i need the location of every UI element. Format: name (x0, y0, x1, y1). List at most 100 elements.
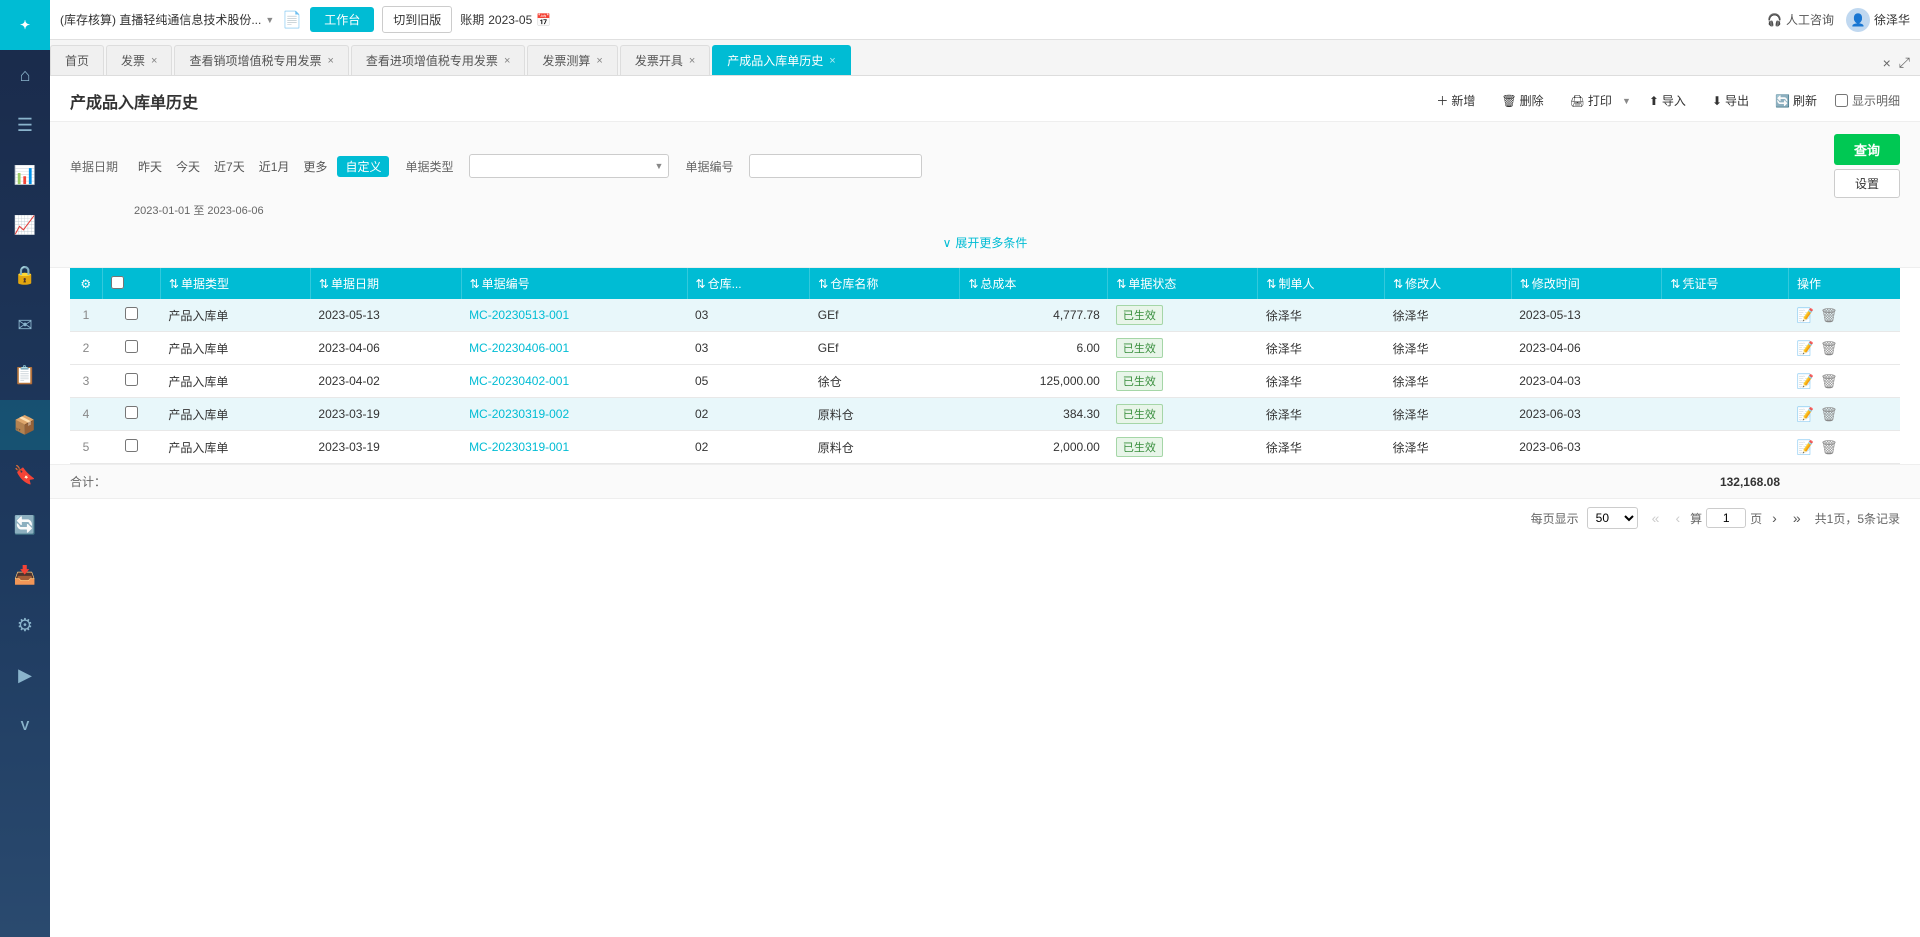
sidebar-item-task[interactable]: 📋 (0, 350, 50, 400)
tab-inbound-label: 产成品入库单历史 (727, 52, 823, 69)
switch-version-button[interactable]: 切到旧版 (382, 6, 452, 33)
row-checkbox[interactable] (125, 307, 138, 320)
sidebar-item-home[interactable]: ⌂ (0, 50, 50, 100)
summary-bar: 合计： 132,168.08 (50, 464, 1920, 498)
row-num-link[interactable]: MC-20230406-001 (461, 332, 687, 365)
sidebar-item-report[interactable]: 📊 (0, 150, 50, 200)
sidebar-item-analysis[interactable]: 📈 (0, 200, 50, 250)
tab-open[interactable]: 发票开具 × (620, 45, 710, 75)
sidebar-item-import[interactable]: 📥 (0, 550, 50, 600)
sidebar-item-inventory[interactable]: 📦 (0, 400, 50, 450)
tab-inbound-close[interactable]: × (829, 55, 835, 67)
th-type[interactable]: ⇅ 单据类型 (160, 268, 310, 299)
show-detail-checkbox-container[interactable]: 显示明细 (1835, 92, 1900, 109)
sidebar-item-menu[interactable]: ☰ (0, 100, 50, 150)
tab-invoice[interactable]: 发票 × (106, 45, 172, 75)
calendar-icon[interactable]: 📅 (536, 13, 551, 27)
th-modifier[interactable]: ⇅ 修改人 (1385, 268, 1512, 299)
th-creator[interactable]: ⇅ 制单人 (1258, 268, 1385, 299)
sidebar-item-play[interactable]: ▶ (0, 650, 50, 700)
period-display: 账期 2023-05 📅 (460, 11, 551, 28)
filter-settings-button[interactable]: 设置 (1834, 169, 1900, 198)
sidebar-item-settings[interactable]: ⚙ (0, 600, 50, 650)
prev-page-button[interactable]: ‹ (1669, 508, 1686, 528)
date-1month[interactable]: 近1月 (255, 156, 294, 177)
delete-button[interactable]: 🗑 删除 (1493, 88, 1551, 113)
tab-home[interactable]: 首页 (50, 45, 104, 75)
row-num: 2 (70, 332, 102, 365)
next-page-button[interactable]: › (1766, 508, 1783, 528)
sidebar-item-voucher[interactable]: 🔖 (0, 450, 50, 500)
edit-icon[interactable]: 📝 (1797, 307, 1814, 324)
tab-calc-close[interactable]: × (596, 55, 602, 67)
th-modify-time[interactable]: ⇅ 修改时间 (1511, 268, 1662, 299)
row-checkbox[interactable] (125, 406, 138, 419)
th-status[interactable]: ⇅ 单据状态 (1108, 268, 1258, 299)
tab-sales-vat-close[interactable]: × (327, 55, 333, 67)
show-detail-checkbox[interactable] (1835, 94, 1848, 107)
row-num-link[interactable]: MC-20230402-001 (461, 365, 687, 398)
tab-inbound[interactable]: 产成品入库单历史 × (712, 45, 850, 75)
select-all-checkbox[interactable] (111, 276, 124, 289)
first-page-button[interactable]: « (1646, 508, 1666, 528)
date-yesterday[interactable]: 昨天 (134, 156, 166, 177)
th-voucher[interactable]: ⇅ 凭证号 (1662, 268, 1789, 299)
row-num-link[interactable]: MC-20230513-001 (461, 299, 687, 332)
delete-icon[interactable]: 🗑 (1820, 307, 1838, 324)
row-status: 已生效 (1108, 431, 1258, 464)
delete-icon[interactable]: 🗑 (1820, 340, 1838, 357)
sidebar-item-message[interactable]: ✉ (0, 300, 50, 350)
row-num-link[interactable]: MC-20230319-002 (461, 398, 687, 431)
last-page-button[interactable]: » (1787, 508, 1807, 528)
page-number-input[interactable] (1706, 508, 1746, 528)
delete-icon[interactable]: 🗑 (1820, 373, 1838, 390)
type-select[interactable] (469, 154, 669, 178)
date-today[interactable]: 今天 (172, 156, 204, 177)
expand-conditions-button[interactable]: ∨ 展开更多条件 (943, 230, 1028, 255)
doc-num-input[interactable] (749, 154, 922, 178)
user-menu[interactable]: 👤 徐泽华 (1846, 8, 1910, 32)
row-checkbox[interactable] (125, 373, 138, 386)
tab-open-close[interactable]: × (689, 55, 695, 67)
th-warehouse-name[interactable]: ⇅ 仓库名称 (810, 268, 960, 299)
delete-icon[interactable]: 🗑 (1820, 406, 1838, 423)
row-checkbox[interactable] (125, 340, 138, 353)
import-button[interactable]: ⬆ 导入 (1641, 88, 1694, 113)
print-button[interactable]: 🖨 打印 (1562, 88, 1620, 113)
sidebar-item-version[interactable]: V (0, 700, 50, 750)
tab-purchase-vat-close[interactable]: × (504, 55, 510, 67)
print-dropdown-icon[interactable]: ▼ (1622, 96, 1631, 106)
th-date[interactable]: ⇅ 单据日期 (310, 268, 461, 299)
th-settings[interactable]: ⚙ (70, 268, 102, 299)
row-checkbox[interactable] (125, 439, 138, 452)
date-more[interactable]: 更多 (299, 156, 331, 177)
delete-icon[interactable]: 🗑 (1820, 439, 1838, 456)
date-7days[interactable]: 近7天 (210, 156, 249, 177)
tab-invoice-close[interactable]: × (151, 55, 157, 67)
company-selector[interactable]: (库存核算) 直播轻纯通信息技术股份... ▼ (60, 11, 274, 28)
row-warehouse-code: 05 (687, 365, 810, 398)
th-total-cost[interactable]: ⇅ 总成本 (960, 268, 1108, 299)
workbench-button[interactable]: 工作台 (310, 7, 374, 32)
new-button[interactable]: ＋ 新增 (1428, 88, 1483, 113)
per-page-select[interactable]: 50 100 200 (1587, 507, 1638, 529)
th-warehouse-code[interactable]: ⇅ 仓库... (687, 268, 810, 299)
export-button[interactable]: ⬇ 导出 (1704, 88, 1757, 113)
edit-icon[interactable]: 📝 (1797, 439, 1814, 456)
tab-purchase-vat[interactable]: 查看进项增值税专用发票 × (351, 45, 525, 75)
edit-icon[interactable]: 📝 (1797, 406, 1814, 423)
th-num[interactable]: ⇅ 单据编号 (461, 268, 687, 299)
refresh-button[interactable]: 🔄 刷新 (1767, 88, 1825, 113)
tab-close-all-button[interactable]: × (1883, 55, 1891, 71)
edit-icon[interactable]: 📝 (1797, 340, 1814, 357)
query-button[interactable]: 查询 (1834, 134, 1900, 165)
row-num-link[interactable]: MC-20230319-001 (461, 431, 687, 464)
tab-calc[interactable]: 发票测算 × (527, 45, 617, 75)
sidebar-item-lock[interactable]: 🔒 (0, 250, 50, 300)
date-custom[interactable]: 自定义 (337, 156, 389, 177)
edit-icon[interactable]: 📝 (1797, 373, 1814, 390)
tab-expand-button[interactable]: ⤢ (1899, 54, 1910, 71)
sidebar-item-sync[interactable]: 🔄 (0, 500, 50, 550)
tab-sales-vat[interactable]: 查看销项增值税专用发票 × (174, 45, 348, 75)
help-button[interactable]: 🎧 人工咨询 (1767, 11, 1834, 28)
